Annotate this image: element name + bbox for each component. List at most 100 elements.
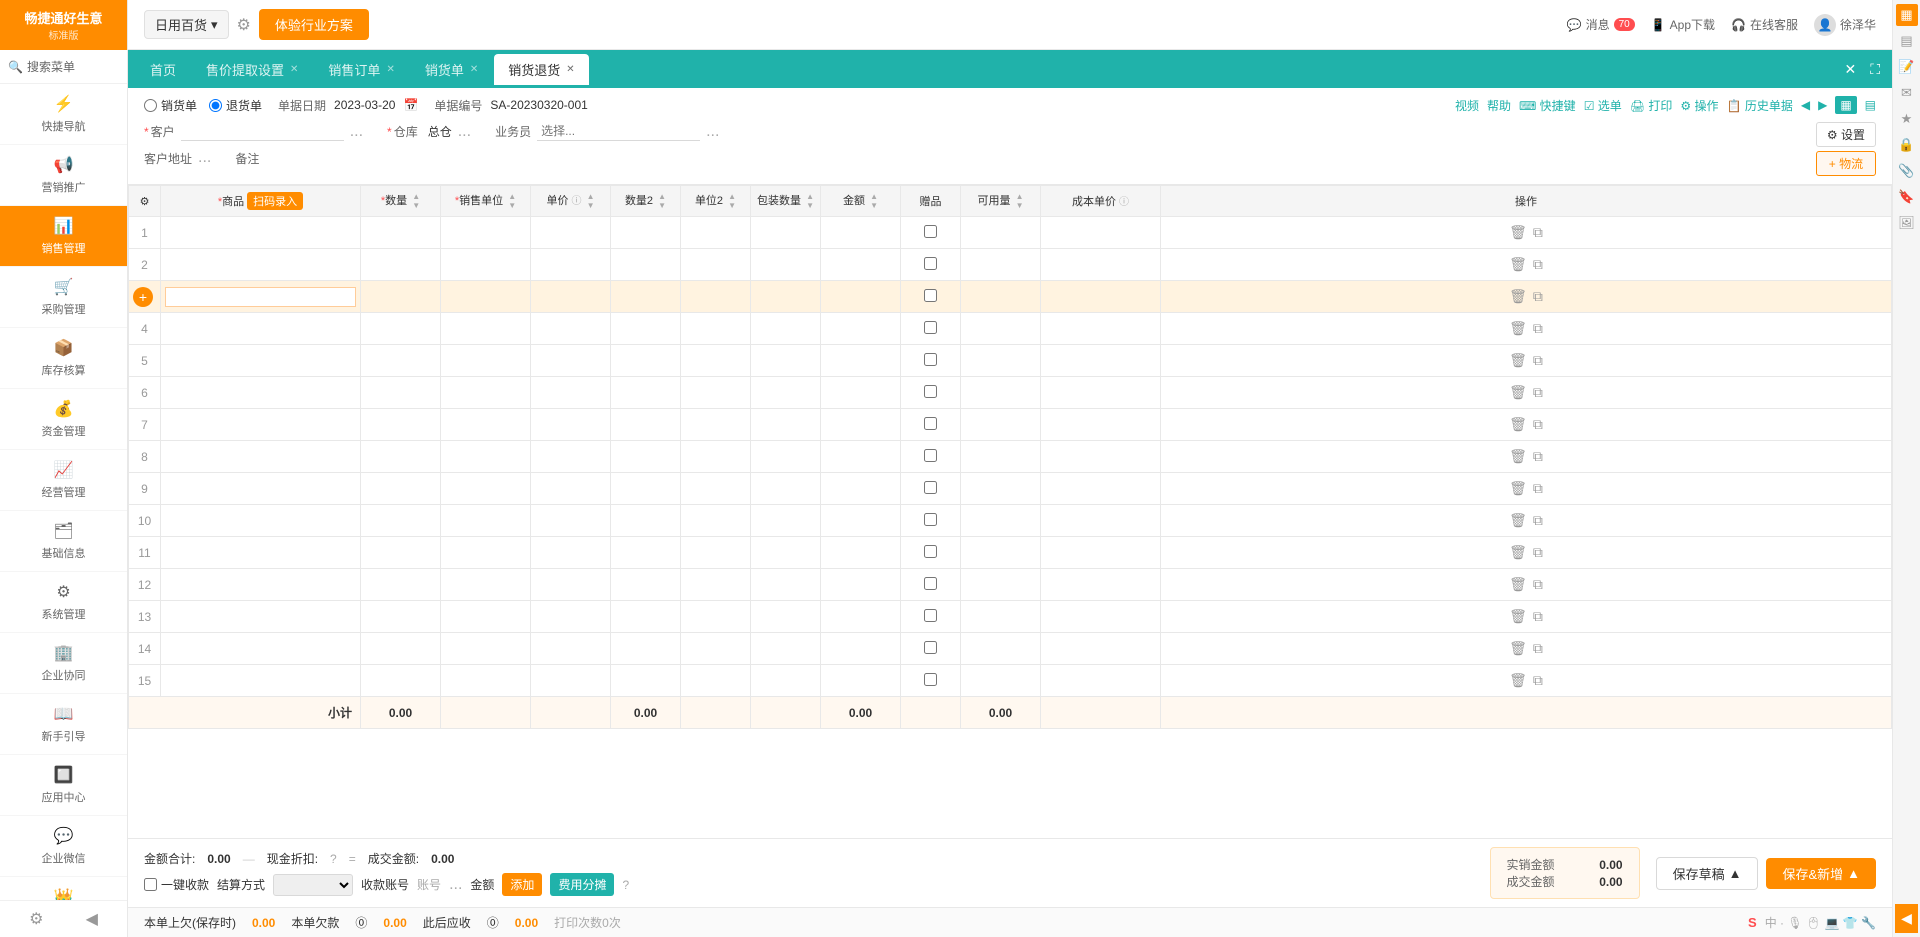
delete-icon[interactable]: 🗑 (1509, 640, 1527, 657)
right-icon-image[interactable]: 🖼 (1896, 212, 1918, 234)
operation-btn[interactable]: ⚙ 操作 (1680, 97, 1718, 114)
tab-sales-order-close[interactable]: ✕ (386, 64, 394, 75)
gift-checkbox[interactable] (924, 385, 937, 398)
add-payment-btn[interactable]: 添加 (502, 873, 542, 896)
add-row-btn[interactable]: + (133, 287, 153, 307)
gift-checkbox[interactable] (924, 545, 937, 558)
sidebar-item-guide[interactable]: 📖 新手引导 (0, 694, 127, 755)
settings-side-btn[interactable]: ⚙ 设置 (1816, 122, 1876, 147)
delete-icon[interactable]: 🗑 (1509, 448, 1527, 465)
pkg-sort[interactable]: ▲▼ (806, 192, 814, 210)
tab-price-close[interactable]: ✕ (290, 64, 298, 75)
close-tab-btn[interactable]: ✕ (1840, 59, 1860, 80)
account-dots[interactable]: ... (449, 876, 462, 894)
copy-icon[interactable]: ⧉ (1533, 512, 1543, 529)
help-btn[interactable]: 帮助 (1487, 97, 1511, 114)
unit2-cell[interactable] (681, 217, 751, 249)
collapse-icon[interactable]: ◀ (86, 909, 98, 929)
sidebar-item-member[interactable]: 👑 畅会员 (0, 877, 127, 900)
sidebar-item-operation[interactable]: 📈 经营管理 (0, 450, 127, 511)
settings-bottom-icon[interactable]: ⚙ (29, 909, 43, 929)
copy-icon[interactable]: ⧉ (1533, 448, 1543, 465)
delete-icon[interactable]: 🗑 (1509, 288, 1527, 305)
salesperson-input[interactable] (537, 122, 700, 141)
right-icon-bookmark[interactable]: 🔖 (1896, 186, 1918, 208)
sidebar-item-system[interactable]: ⚙ 系统管理 (0, 572, 127, 633)
qty-cell[interactable] (361, 249, 441, 281)
right-sidebar-bottom-btn[interactable]: ◀ (1895, 904, 1918, 933)
sidebar-item-appstore[interactable]: 🔲 应用中心 (0, 755, 127, 816)
video-btn[interactable]: 视频 (1455, 97, 1479, 114)
right-icon-note[interactable]: 📝 (1896, 56, 1918, 78)
tab-sales-return-close[interactable]: ✕ (566, 64, 574, 75)
history-btn[interactable]: 📋 历史单据 (1727, 97, 1793, 114)
copy-icon[interactable]: ⧉ (1533, 352, 1543, 369)
gift-checkbox[interactable] (924, 673, 937, 686)
qty-sort[interactable]: ▲▼ (412, 192, 420, 210)
right-icon-lock[interactable]: 🔒 (1896, 134, 1918, 156)
calendar-icon[interactable]: 📅 (403, 98, 418, 112)
copy-icon[interactable]: ⧉ (1533, 576, 1543, 593)
qty2-cell[interactable] (611, 281, 681, 313)
unit-cell[interactable] (441, 249, 531, 281)
tab-price[interactable]: 售价提取设置 ✕ (192, 54, 312, 85)
delete-icon[interactable]: 🗑 (1509, 544, 1527, 561)
price-sort[interactable]: ▲▼ (587, 192, 595, 210)
print-btn[interactable]: 🖨 打印 (1630, 97, 1673, 114)
product-input[interactable] (165, 287, 356, 307)
user-menu[interactable]: 👤 徐泽华 (1814, 14, 1876, 36)
quick-payment-checkbox[interactable]: 一键收款 (144, 876, 209, 893)
save-draft-btn[interactable]: 保存草稿 ▲ (1656, 857, 1759, 890)
qty2-cell[interactable] (611, 217, 681, 249)
shortcut-btn[interactable]: ⌨ 快捷键 (1519, 97, 1576, 114)
sidebar-item-sales[interactable]: 📊 销售管理 (0, 206, 127, 267)
sidebar-item-finance[interactable]: 💰 资金管理 (0, 389, 127, 450)
gift-checkbox[interactable] (924, 353, 937, 366)
customer-dots[interactable]: ... (350, 123, 363, 141)
gift-checkbox[interactable] (924, 449, 937, 462)
select-btn[interactable]: ☑ 选单 (1584, 97, 1622, 114)
unit2-cell[interactable] (681, 249, 751, 281)
sidebar-item-wechat[interactable]: 💬 企业微信 (0, 816, 127, 877)
amount-cell[interactable] (821, 249, 901, 281)
sidebar-item-marketing[interactable]: 📢 营销推广 (0, 145, 127, 206)
pkg-cell[interactable] (751, 217, 821, 249)
copy-icon[interactable]: ⧉ (1533, 288, 1543, 305)
gift-checkbox[interactable] (924, 641, 937, 654)
radio-sales-input[interactable] (144, 99, 157, 112)
gift-cell[interactable] (901, 281, 961, 313)
gift-checkbox[interactable] (924, 321, 937, 334)
radio-return[interactable]: 退货单 (209, 97, 262, 114)
delete-icon[interactable]: 🗑 (1509, 480, 1527, 497)
trial-btn[interactable]: 体验行业方案 (259, 9, 369, 40)
radio-return-input[interactable] (209, 99, 222, 112)
quick-payment-input[interactable] (144, 878, 157, 891)
delete-icon[interactable]: 🗑 (1509, 672, 1527, 689)
sidebar-item-purchase[interactable]: 🛒 采购管理 (0, 267, 127, 328)
col-settings[interactable]: ⚙ (129, 186, 161, 217)
settings-icon[interactable]: ⚙ (237, 15, 251, 35)
delete-icon[interactable]: 🗑 (1509, 608, 1527, 625)
right-icon-grid2[interactable]: ▤ (1896, 30, 1918, 52)
tab-home[interactable]: 首页 (136, 54, 190, 85)
next-record-btn[interactable]: ▶ (1818, 98, 1827, 112)
sidebar-item-inventory[interactable]: 📦 库存核算 (0, 328, 127, 389)
search-menu[interactable]: 🔍 搜索菜单 (0, 50, 127, 84)
sidebar-item-quicknav[interactable]: ⚡ 快捷导航 (0, 84, 127, 145)
unit2-cell[interactable] (681, 281, 751, 313)
logistics-side-btn[interactable]: + 物流 (1816, 151, 1876, 176)
view-list-btn[interactable]: ▤ (1865, 98, 1876, 112)
qty2-sort[interactable]: ▲▼ (658, 192, 666, 210)
right-icon-clip[interactable]: 📎 (1896, 160, 1918, 182)
warehouse-dots[interactable]: ... (458, 123, 471, 141)
copy-icon[interactable]: ⧉ (1533, 640, 1543, 657)
qty2-cell[interactable] (611, 249, 681, 281)
gift-checkbox[interactable] (924, 257, 937, 270)
copy-icon[interactable]: ⧉ (1533, 480, 1543, 497)
unit-cell[interactable] (441, 217, 531, 249)
view-grid-btn[interactable]: ▦ (1835, 96, 1856, 114)
delete-icon[interactable]: 🗑 (1509, 416, 1527, 433)
gift-checkbox[interactable] (924, 577, 937, 590)
copy-icon[interactable]: ⧉ (1533, 608, 1543, 625)
price-cell[interactable] (531, 281, 611, 313)
